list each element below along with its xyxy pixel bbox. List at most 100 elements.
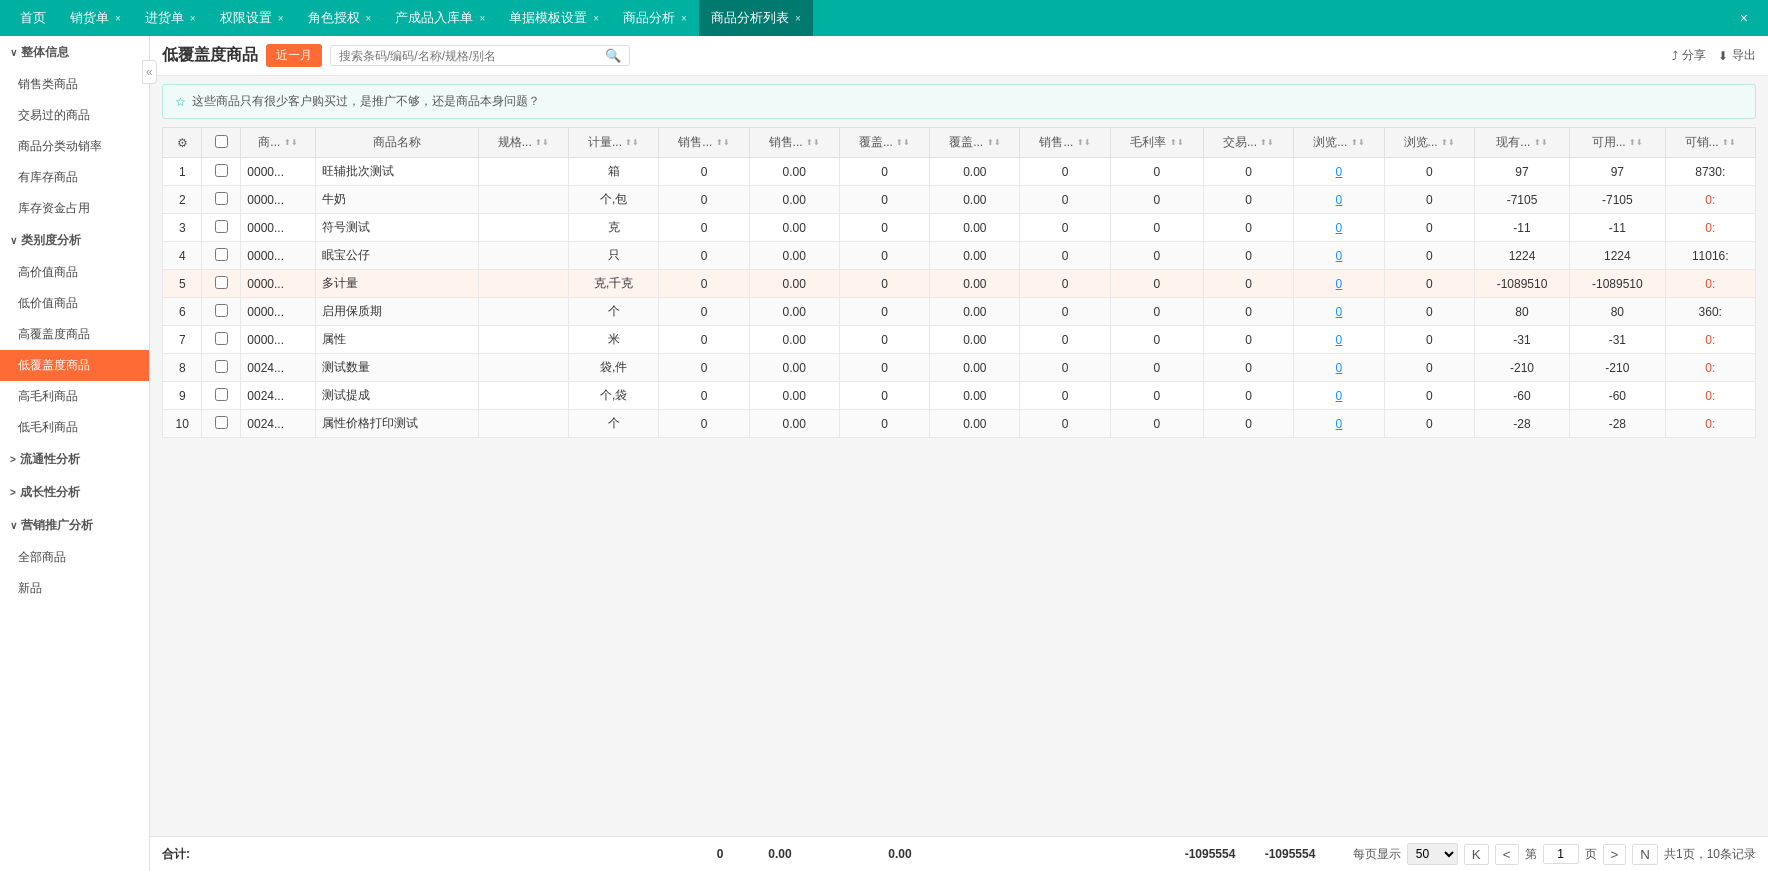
col-browse1[interactable]: 浏览... ⬆⬇ <box>1294 128 1384 158</box>
nav-product-analysis[interactable]: 商品分析 × <box>611 0 699 36</box>
prev-page-button[interactable]: < <box>1495 844 1519 865</box>
nav-sales-order[interactable]: 销货单 × <box>58 0 133 36</box>
col-sales3[interactable]: 销售... ⬆⬇ <box>1020 128 1110 158</box>
row-select-checkbox[interactable] <box>215 416 228 429</box>
row-browse1[interactable]: 0 <box>1294 158 1384 186</box>
nav-product-analysis-list[interactable]: 商品分析列表 × <box>699 0 813 36</box>
sidebar-item-low-value[interactable]: 低价值商品 <box>0 288 149 319</box>
col-sales2[interactable]: 销售... ⬆⬇ <box>749 128 839 158</box>
row-checkbox[interactable] <box>202 354 241 382</box>
window-close-button[interactable]: × <box>1728 0 1760 36</box>
row-checkbox[interactable] <box>202 326 241 354</box>
row-select-checkbox[interactable] <box>215 192 228 205</box>
close-icon[interactable]: × <box>278 13 284 24</box>
row-trade: 0 <box>1204 242 1294 270</box>
nav-home[interactable]: 首页 <box>8 0 58 36</box>
nav-purchase-order[interactable]: 进货单 × <box>133 0 208 36</box>
row-checkbox[interactable] <box>202 214 241 242</box>
sidebar-item-in-stock-goods[interactable]: 有库存商品 <box>0 162 149 193</box>
nav-template-settings[interactable]: 单据模板设置 × <box>497 0 611 36</box>
row-trade: 0 <box>1204 326 1294 354</box>
last-page-button[interactable]: N <box>1632 844 1658 865</box>
close-icon[interactable]: × <box>190 13 196 24</box>
row-checkbox[interactable] <box>202 410 241 438</box>
next-page-button[interactable]: > <box>1603 844 1627 865</box>
sidebar-collapse-button[interactable]: « <box>142 60 157 84</box>
col-stock1[interactable]: 现有... ⬆⬇ <box>1474 128 1569 158</box>
nav-product-storage[interactable]: 产成品入库单 × <box>383 0 497 36</box>
row-browse1[interactable]: 0 <box>1294 298 1384 326</box>
select-all-checkbox[interactable] <box>215 135 228 148</box>
nav-permission-settings[interactable]: 权限设置 × <box>208 0 296 36</box>
sidebar-item-high-profit[interactable]: 高毛利商品 <box>0 381 149 412</box>
row-checkbox[interactable] <box>202 382 241 410</box>
row-select-checkbox[interactable] <box>215 360 228 373</box>
sidebar-section-overview[interactable]: ∨ 整体信息 <box>0 36 149 69</box>
col-unit[interactable]: 计量... ⬆⬇ <box>569 128 659 158</box>
row-select-checkbox[interactable] <box>215 276 228 289</box>
col-spec[interactable]: 规格... ⬆⬇ <box>478 128 568 158</box>
sidebar-item-sales-goods[interactable]: 销售类商品 <box>0 69 149 100</box>
row-browse1[interactable]: 0 <box>1294 186 1384 214</box>
time-filter-button[interactable]: 近一月 <box>266 44 322 67</box>
close-icon[interactable]: × <box>366 13 372 24</box>
sidebar-item-all-goods[interactable]: 全部商品 <box>0 542 149 573</box>
search-icon[interactable]: 🔍 <box>605 48 621 63</box>
share-icon: ⤴ <box>1672 49 1678 63</box>
sidebar-item-stock-capital[interactable]: 库存资金占用 <box>0 193 149 224</box>
row-select-checkbox[interactable] <box>215 220 228 233</box>
sidebar-item-new-goods[interactable]: 新品 <box>0 573 149 604</box>
row-browse1[interactable]: 0 <box>1294 382 1384 410</box>
row-checkbox[interactable] <box>202 158 241 186</box>
sidebar-section-marketing[interactable]: ∨ 营销推广分析 <box>0 509 149 542</box>
row-sales1: 0 <box>659 158 749 186</box>
row-browse1[interactable]: 0 <box>1294 354 1384 382</box>
col-stock2[interactable]: 可用... ⬆⬇ <box>1570 128 1665 158</box>
export-button[interactable]: ⬇ 导出 <box>1718 47 1756 64</box>
row-checkbox[interactable] <box>202 242 241 270</box>
row-checkbox[interactable] <box>202 270 241 298</box>
sidebar-item-high-coverage[interactable]: 高覆盖度商品 <box>0 319 149 350</box>
col-profit[interactable]: 毛利率 ⬆⬇ <box>1110 128 1203 158</box>
col-settings[interactable]: ⚙ <box>163 128 202 158</box>
col-cover2[interactable]: 覆盖... ⬆⬇ <box>930 128 1020 158</box>
search-input[interactable] <box>339 49 605 63</box>
first-page-button[interactable]: K <box>1464 844 1489 865</box>
row-browse1[interactable]: 0 <box>1294 242 1384 270</box>
close-icon[interactable]: × <box>593 13 599 24</box>
col-trade[interactable]: 交易... ⬆⬇ <box>1204 128 1294 158</box>
sidebar-item-low-coverage[interactable]: 低覆盖度商品 <box>0 350 149 381</box>
close-icon[interactable]: × <box>681 13 687 24</box>
sidebar-item-low-profit[interactable]: 低毛利商品 <box>0 412 149 443</box>
sidebar-item-high-value[interactable]: 高价值商品 <box>0 257 149 288</box>
row-browse1[interactable]: 0 <box>1294 214 1384 242</box>
sidebar-section-circulation[interactable]: > 流通性分析 <box>0 443 149 476</box>
row-browse1[interactable]: 0 <box>1294 410 1384 438</box>
sidebar-item-category-sales-rate[interactable]: 商品分类动销率 <box>0 131 149 162</box>
close-icon[interactable]: × <box>795 13 801 24</box>
row-browse1[interactable]: 0 <box>1294 326 1384 354</box>
sidebar-item-traded-goods[interactable]: 交易过的商品 <box>0 100 149 131</box>
row-checkbox[interactable] <box>202 298 241 326</box>
col-sales1[interactable]: 销售... ⬆⬇ <box>659 128 749 158</box>
close-icon[interactable]: × <box>115 13 121 24</box>
col-cover1[interactable]: 覆盖... ⬆⬇ <box>839 128 929 158</box>
row-select-checkbox[interactable] <box>215 304 228 317</box>
page-number-input[interactable] <box>1543 844 1579 864</box>
row-browse1[interactable]: 0 <box>1294 270 1384 298</box>
col-code[interactable]: 商... ⬆⬇ <box>241 128 315 158</box>
row-select-checkbox[interactable] <box>215 164 228 177</box>
row-select-checkbox[interactable] <box>215 388 228 401</box>
row-index: 8 <box>163 354 202 382</box>
share-button[interactable]: ⤴ 分享 <box>1672 47 1706 64</box>
sidebar-section-growth[interactable]: > 成长性分析 <box>0 476 149 509</box>
col-browse2[interactable]: 浏览... ⬆⬇ <box>1384 128 1474 158</box>
sidebar-section-category-analysis[interactable]: ∨ 类别度分析 <box>0 224 149 257</box>
row-select-checkbox[interactable] <box>215 248 228 261</box>
nav-role-auth[interactable]: 角色授权 × <box>296 0 384 36</box>
close-icon[interactable]: × <box>479 13 485 24</box>
row-select-checkbox[interactable] <box>215 332 228 345</box>
row-checkbox[interactable] <box>202 186 241 214</box>
per-page-select[interactable]: 50 100 200 <box>1407 843 1458 865</box>
col-saleable[interactable]: 可销... ⬆⬇ <box>1665 128 1755 158</box>
